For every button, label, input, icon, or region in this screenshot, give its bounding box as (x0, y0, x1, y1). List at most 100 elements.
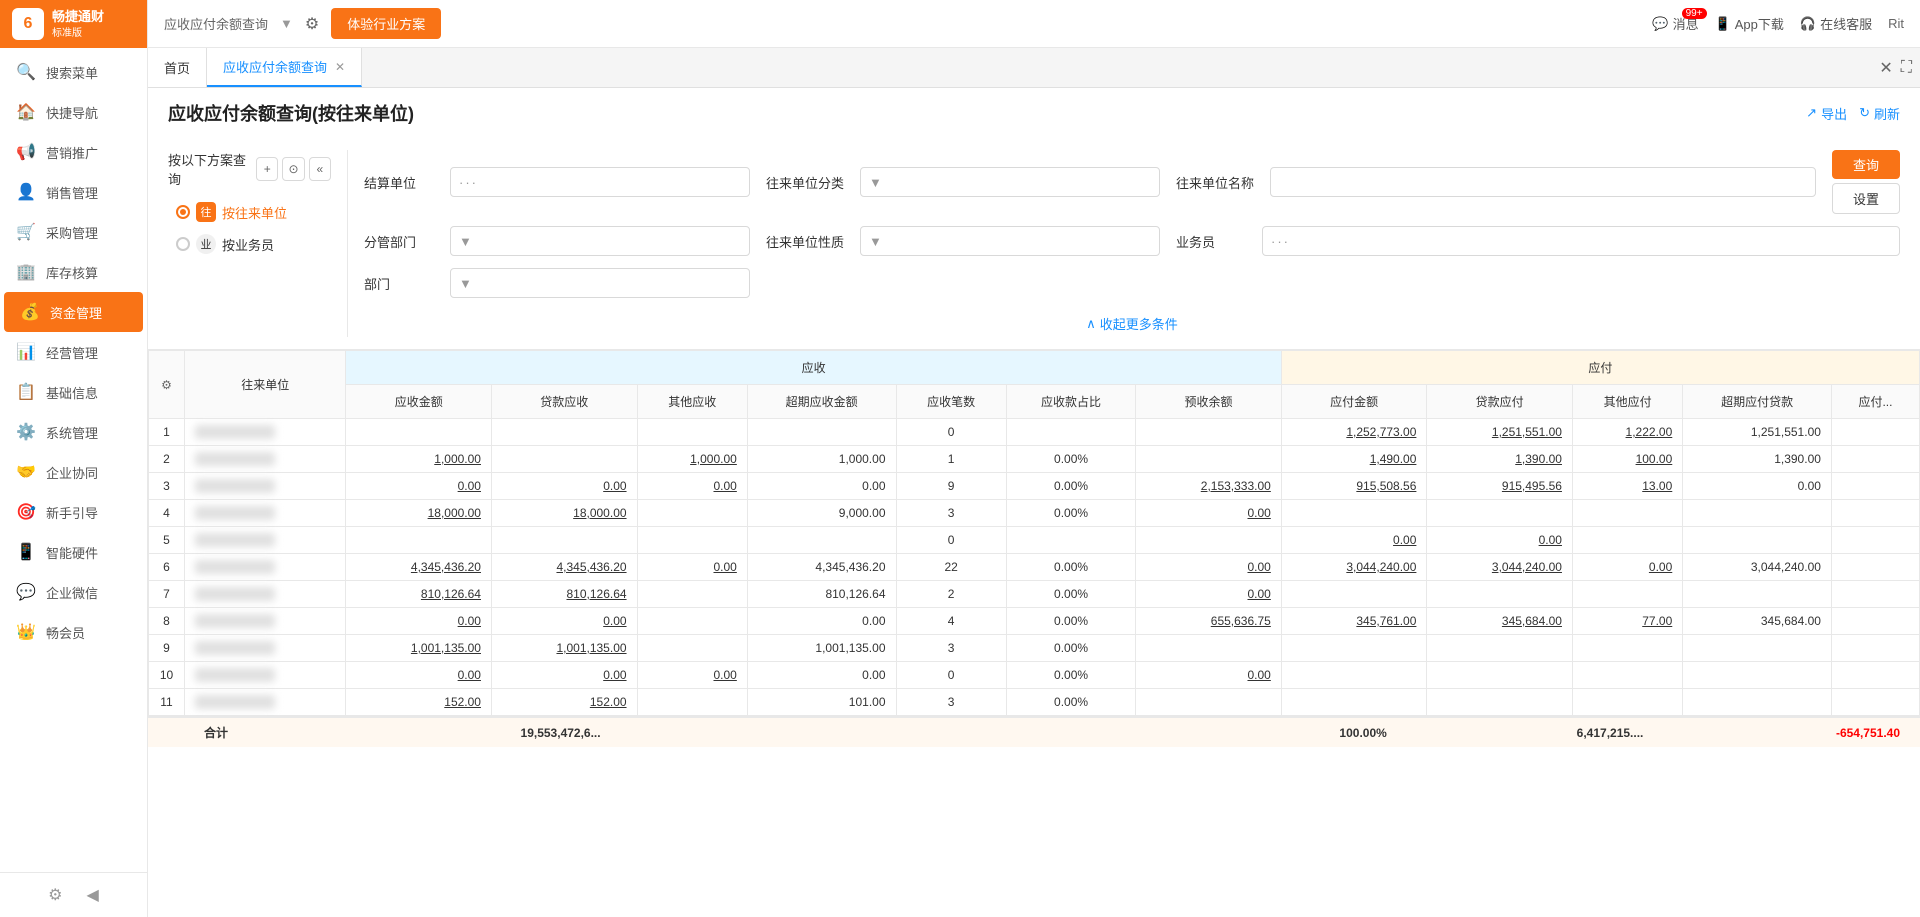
ap-loan-cell[interactable]: 1,390.00 (1427, 446, 1573, 473)
sidebar-label-guide: 新手引导 (46, 503, 98, 522)
ap-loan-cell[interactable]: 915,495.56 (1427, 473, 1573, 500)
sidebar-item-hardware[interactable]: 📱 智能硬件 (0, 532, 147, 572)
unit-nature-input[interactable]: ▼ (860, 226, 1160, 256)
ap-amount-cell[interactable]: 915,508.56 (1281, 473, 1427, 500)
ar-prepay-cell[interactable]: 2,153,333.00 (1136, 473, 1282, 500)
tab-home[interactable]: 首页 (148, 48, 207, 87)
solution-button[interactable]: 体验行业方案 (331, 8, 441, 39)
query-button[interactable]: 查询 (1832, 150, 1900, 179)
ap-loan-cell[interactable]: 3,044,240.00 (1427, 554, 1573, 581)
ap-other-cell[interactable]: 1,222.00 (1572, 419, 1682, 446)
sidebar-item-inventory[interactable]: 🏢 库存核算 (0, 252, 147, 292)
ar-amount-cell[interactable]: 152.00 (346, 689, 492, 716)
ar-amount-cell[interactable]: 1,001,135.00 (346, 635, 492, 662)
settings-icon[interactable]: ⚙ (305, 14, 319, 34)
breadcrumb-dropdown-icon[interactable]: ▼ (280, 16, 293, 31)
unit-category-input[interactable]: ▼ (860, 167, 1160, 197)
ar-loan-cell[interactable]: 18,000.00 (491, 500, 637, 527)
unit-name-input[interactable] (1270, 167, 1816, 197)
ap-other-cell[interactable]: 100.00 (1572, 446, 1682, 473)
sidebar-item-operations[interactable]: 📊 经营管理 (0, 332, 147, 372)
tab-arquery[interactable]: 应收应付余额查询 ✕ (207, 48, 362, 87)
ar-other-cell[interactable]: 0.00 (637, 473, 747, 500)
ap-other-cell[interactable]: 0.00 (1572, 554, 1682, 581)
sidebar-item-finance[interactable]: 💰 资金管理 (4, 292, 143, 332)
tab-expand-icon[interactable]: ⛶ (1901, 59, 1912, 77)
query-option-by-unit[interactable]: 往 按往来单位 (168, 196, 331, 228)
salesperson-input[interactable]: ··· (1262, 226, 1900, 256)
export-button[interactable]: ↗ 导出 (1806, 104, 1847, 123)
ar-prepay-cell[interactable]: 0.00 (1136, 662, 1282, 689)
ar-loan-cell[interactable]: 152.00 (491, 689, 637, 716)
ar-loan-cell[interactable]: 1,001,135.00 (491, 635, 637, 662)
ar-loan-cell[interactable]: 810,126.64 (491, 581, 637, 608)
ar-other-cell[interactable]: 1,000.00 (637, 446, 747, 473)
ar-other-cell[interactable]: 0.00 (637, 554, 747, 581)
sidebar-item-wechat[interactable]: 💬 企业微信 (0, 572, 147, 612)
ar-amount-cell[interactable]: 0.00 (346, 662, 492, 689)
col-ar-other: 其他应收 (637, 385, 747, 419)
col-settings-header[interactable]: ⚙ (149, 351, 185, 419)
tab-close-all-icon[interactable]: ✕ (1879, 58, 1892, 78)
sidebar-item-sales[interactable]: 👤 销售管理 (0, 172, 147, 212)
ar-loan-cell[interactable]: 0.00 (491, 608, 637, 635)
tab-controls: ✕ ⛶ (1871, 48, 1920, 87)
ap-loan-cell[interactable]: 345,684.00 (1427, 608, 1573, 635)
sidebar-item-member[interactable]: 👑 畅会员 (0, 612, 147, 652)
ar-prepay-cell (1136, 419, 1282, 446)
settings-footer-icon[interactable]: ⚙ (44, 881, 66, 909)
ap-loan-cell[interactable]: 1,251,551.00 (1427, 419, 1573, 446)
ar-amount-cell[interactable]: 18,000.00 (346, 500, 492, 527)
sidebar-item-quicknav[interactable]: 🏠 快捷导航 (0, 92, 147, 132)
ap-amount-cell[interactable]: 0.00 (1281, 527, 1427, 554)
ar-amount-cell[interactable]: 4,345,436.20 (346, 554, 492, 581)
sidebar-item-guide[interactable]: 🎯 新手引导 (0, 492, 147, 532)
ar-loan-cell[interactable]: 4,345,436.20 (491, 554, 637, 581)
ap-amount-cell[interactable]: 3,044,240.00 (1281, 554, 1427, 581)
ar-amount-cell[interactable]: 1,000.00 (346, 446, 492, 473)
ap-loan-cell[interactable]: 0.00 (1427, 527, 1573, 554)
ar-other-cell[interactable]: 0.00 (637, 662, 747, 689)
service-icon: 🎧 (1800, 16, 1816, 32)
edit-scheme-button[interactable]: ⊙ (282, 157, 304, 181)
ar-overdue-cell: 1,001,135.00 (747, 635, 896, 662)
tab-close-icon[interactable]: ✕ (335, 60, 345, 74)
ap-amount-cell[interactable]: 1,490.00 (1281, 446, 1427, 473)
filter-row-1: 结算单位 ··· 往来单位分类 ▼ 往来单位名称 (364, 150, 1900, 214)
ar-prepay-cell[interactable]: 655,636.75 (1136, 608, 1282, 635)
table-settings-gear-icon[interactable]: ⚙ (161, 378, 172, 392)
dept-input[interactable]: ▼ (450, 226, 750, 256)
ar-loan-cell[interactable]: 0.00 (491, 662, 637, 689)
ar-amount-cell[interactable]: 810,126.64 (346, 581, 492, 608)
ap-amount-cell[interactable]: 1,252,773.00 (1281, 419, 1427, 446)
ap-amount-cell[interactable]: 345,761.00 (1281, 608, 1427, 635)
sidebar-item-basic[interactable]: 📋 基础信息 (0, 372, 147, 412)
online-service-button[interactable]: 🎧 在线客服 (1800, 14, 1872, 33)
department-input[interactable]: ▼ (450, 268, 750, 298)
ar-prepay-cell[interactable]: 0.00 (1136, 581, 1282, 608)
query-option-by-staff[interactable]: 业 按业务员 (168, 228, 331, 260)
app-download-button[interactable]: 📱 App下载 (1715, 14, 1784, 33)
collapse-scheme-button[interactable]: « (309, 157, 331, 181)
ar-amount-cell[interactable]: 0.00 (346, 473, 492, 500)
ap-other-cell[interactable]: 13.00 (1572, 473, 1682, 500)
sidebar-item-corp[interactable]: 🤝 企业协同 (0, 452, 147, 492)
ar-loan-cell[interactable]: 0.00 (491, 473, 637, 500)
sidebar-item-system[interactable]: ⚙️ 系统管理 (0, 412, 147, 452)
ar-amount-cell[interactable]: 0.00 (346, 608, 492, 635)
ap-other-cell[interactable]: 77.00 (1572, 608, 1682, 635)
sidebar-item-search[interactable]: 🔍 搜索菜单 (0, 52, 147, 92)
collapse-more-button[interactable]: ∧ 收起更多条件 (364, 310, 1900, 337)
ap-overdue-cell (1683, 527, 1832, 554)
sidebar-item-marketing[interactable]: 📢 营销推广 (0, 132, 147, 172)
ar-prepay-cell[interactable]: 0.00 (1136, 554, 1282, 581)
sidebar-item-purchase[interactable]: 🛒 采购管理 (0, 212, 147, 252)
add-scheme-button[interactable]: + (256, 157, 278, 181)
refresh-button[interactable]: ↻ 刷新 (1859, 104, 1900, 123)
ar-prepay-cell[interactable]: 0.00 (1136, 500, 1282, 527)
ap-amount-cell (1281, 689, 1427, 716)
settlement-unit-input[interactable]: ··· (450, 167, 750, 197)
settings-search-button[interactable]: 设置 (1832, 183, 1900, 214)
collapse-sidebar-icon[interactable]: ◀ (83, 881, 103, 909)
message-button[interactable]: 💬 消息 99+ (1652, 14, 1698, 33)
